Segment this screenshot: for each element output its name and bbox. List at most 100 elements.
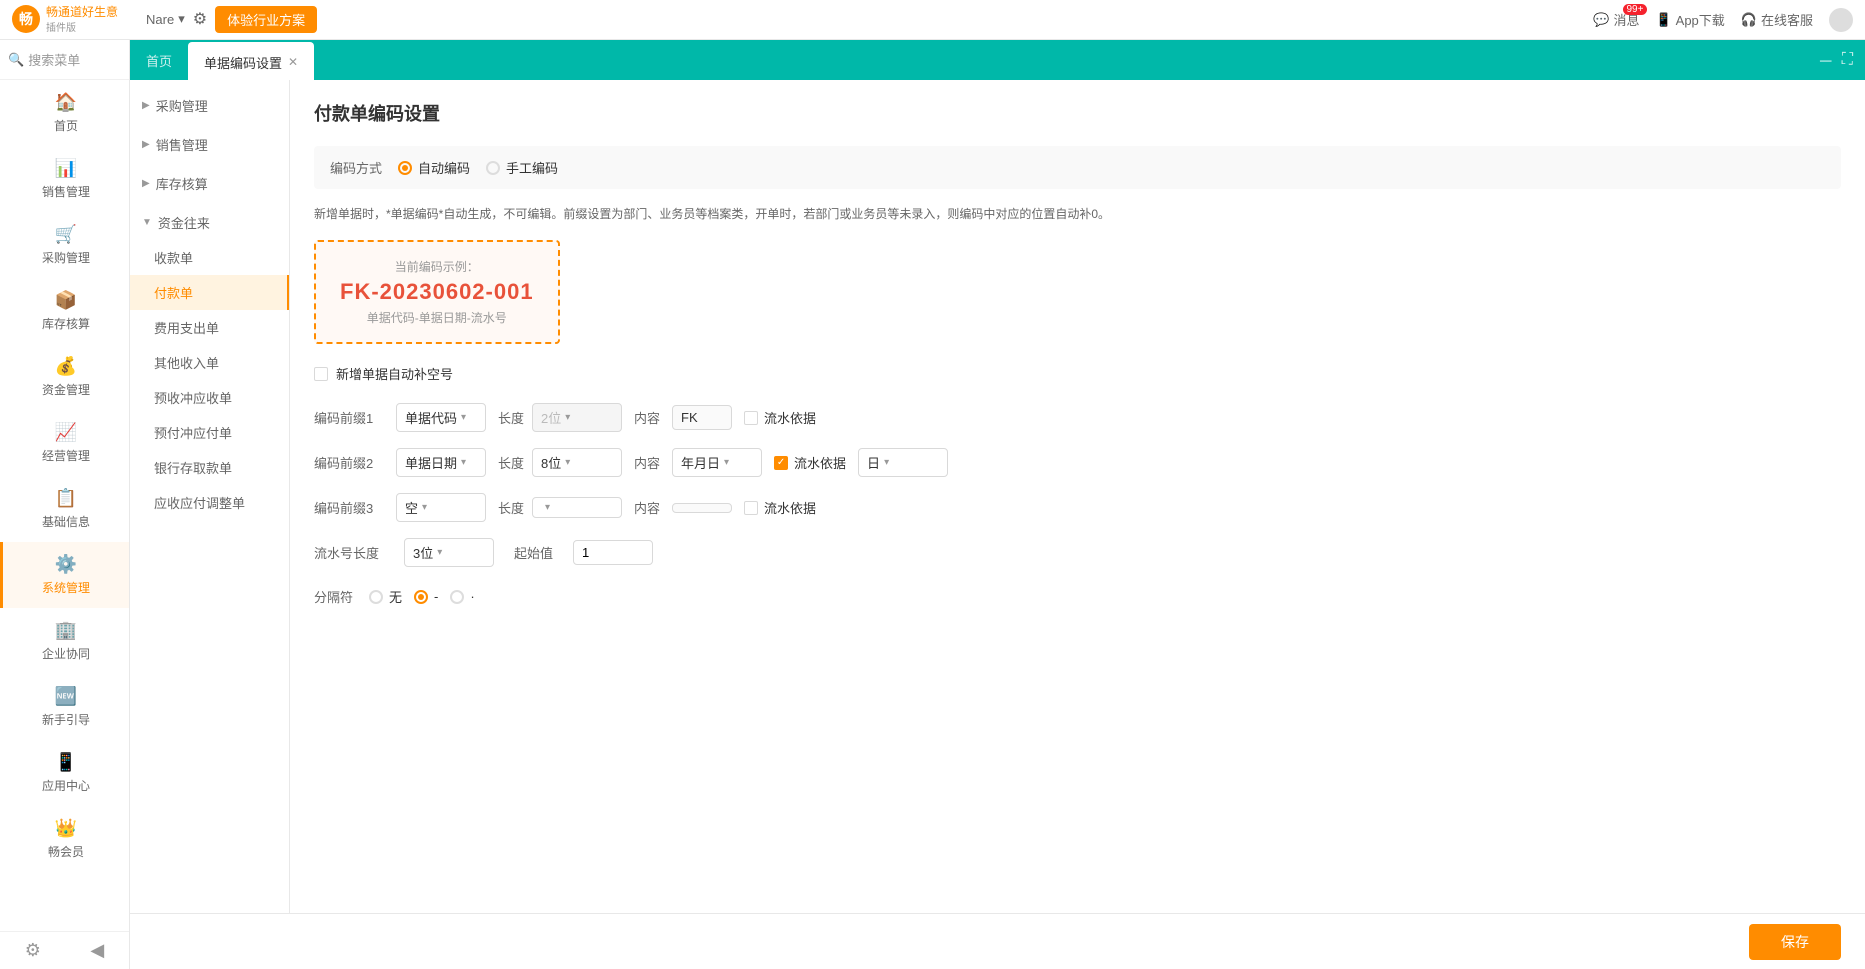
sidebar-item-guide[interactable]: 🆕 新手引导 (0, 674, 129, 740)
sidebar-item-finance[interactable]: 💰 资金管理 (0, 344, 129, 410)
top-bar-left: 畅 畅通道好生意 插件版 Nare ▾ ⚙ 体验行业方案 (12, 5, 317, 34)
sep-none[interactable]: 无 (369, 587, 402, 606)
sec-item-payment-label: 付款单 (154, 286, 193, 301)
sec-sidebar-item-advance-offset[interactable]: 预付冲应付单 (130, 415, 289, 450)
manual-encoding-radio[interactable]: 手工编码 (486, 158, 558, 177)
content2-value: 年月日 (681, 453, 720, 472)
tab-encoding[interactable]: 单据编码设置 ✕ (188, 42, 314, 82)
sec-group-capital-title[interactable]: ▼ 资金往来 (130, 205, 289, 240)
sidebar-settings-btn[interactable]: ⚙ (25, 940, 41, 961)
prefix1-arrow: ▾ (461, 412, 466, 423)
sec-group-sales-title[interactable]: ▶ 销售管理 (130, 127, 289, 162)
prefix2-select[interactable]: 单据日期 ▾ (396, 448, 486, 477)
sidebar-item-sales[interactable]: 📊 销售管理 (0, 146, 129, 212)
save-button[interactable]: 保存 (1749, 924, 1841, 960)
sidebar-item-member[interactable]: 👑 畅会员 (0, 806, 129, 872)
nav-dropdown-text: Nare (146, 12, 174, 27)
sec-group-inventory-label: 库存核算 (156, 174, 208, 193)
tab-minimize-btn[interactable]: － (1818, 48, 1834, 72)
bottom-bar: 保存 (130, 913, 1865, 969)
service-item[interactable]: 🎧 在线客服 (1741, 10, 1813, 29)
sec-group-purchase-title[interactable]: ▶ 采购管理 (130, 88, 289, 123)
search-menu[interactable]: 🔍 搜索菜单 (0, 40, 129, 80)
content3-value (672, 503, 732, 513)
auto-encoding-label: 自动编码 (418, 158, 470, 177)
sidebar-item-label: 企业协同 (42, 645, 90, 662)
sidebar-item-home[interactable]: 🏠 首页 (0, 80, 129, 146)
logo-badge: 插件版 (46, 19, 118, 34)
sec-sidebar-item-receipt[interactable]: 收款单 (130, 240, 289, 275)
sep-dash[interactable]: - (414, 589, 438, 604)
message-item[interactable]: 💬 消息 99+ (1593, 10, 1639, 29)
sidebar-item-purchase[interactable]: 🛒 采购管理 (0, 212, 129, 278)
app-download-item[interactable]: 📱 App下载 (1655, 10, 1724, 29)
tab-maximize-btn[interactable]: ⛶ (1842, 51, 1853, 69)
top-bar: 畅 畅通道好生意 插件版 Nare ▾ ⚙ 体验行业方案 💬 消息 99+ 📱 … (0, 0, 1865, 40)
tab-close-icon[interactable]: ✕ (288, 55, 298, 69)
system-icon: ⚙️ (55, 554, 77, 575)
auto-encoding-radio[interactable]: 自动编码 (398, 158, 470, 177)
sec-sidebar-item-other-income[interactable]: 其他收入单 (130, 345, 289, 380)
prefix3-value: 空 (405, 498, 418, 517)
content3-label: 内容 (634, 498, 660, 517)
prefix3-arrow: ▾ (422, 502, 427, 513)
sep-dash-label: - (434, 589, 438, 604)
basic-icon: 📋 (55, 488, 77, 509)
prefix2-value: 单据日期 (405, 453, 457, 472)
separator-label: 分隔符 (314, 587, 353, 606)
length1-select[interactable]: 2位 ▾ (532, 403, 622, 432)
prefix3-select[interactable]: 空 ▾ (396, 493, 486, 522)
sidebar-item-label: 资金管理 (42, 381, 90, 398)
length3-wrap: 长度 ▾ (498, 497, 622, 518)
stream2-label: 流水依据 (794, 453, 846, 472)
sec-group-inventory-title[interactable]: ▶ 库存核算 (130, 166, 289, 201)
sec-item-expense-label: 费用支出单 (154, 321, 219, 336)
sec-sidebar-item-bank[interactable]: 银行存取款单 (130, 450, 289, 485)
main-panel: 付款单编码设置 编码方式 自动编码 手工编码 (290, 80, 1865, 913)
sidebar-item-basic[interactable]: 📋 基础信息 (0, 476, 129, 542)
sep-none-radio (369, 590, 383, 604)
stream1-checkbox[interactable]: 流水依据 (744, 408, 816, 427)
search-icon: 🔍 (8, 52, 24, 68)
prefix3-label: 编码前缀3 (314, 498, 384, 517)
sidebar-item-inventory[interactable]: 📦 库存核算 (0, 278, 129, 344)
tab-home[interactable]: 首页 (130, 40, 188, 80)
sep-none-label: 无 (389, 587, 402, 606)
sec-sidebar-item-prepay-offset[interactable]: 预收冲应收单 (130, 380, 289, 415)
nav-dropdown[interactable]: Nare ▾ (146, 11, 185, 27)
start-value-input[interactable] (573, 540, 653, 565)
home-icon: 🏠 (55, 92, 77, 113)
nav-dropdown-arrow: ▾ (178, 11, 185, 27)
sec-sidebar-item-payment[interactable]: 付款单 (130, 275, 289, 310)
stream2-checkbox[interactable]: ✓ 流水依据 (774, 453, 846, 472)
length3-arrow: ▾ (545, 502, 550, 513)
sidebar-collapse-btn[interactable]: ◀ (90, 940, 104, 961)
sidebar-item-operations[interactable]: 📈 经营管理 (0, 410, 129, 476)
sep-dash-dot (418, 594, 424, 600)
sep-dot[interactable]: · (450, 589, 474, 604)
content2-select[interactable]: 年月日 ▾ (672, 448, 762, 477)
content2-label: 内容 (634, 453, 660, 472)
user-avatar[interactable] (1829, 8, 1853, 32)
settings-icon[interactable]: ⚙ (193, 9, 207, 29)
sec-sidebar-item-expense[interactable]: 费用支出单 (130, 310, 289, 345)
logo: 畅 畅通道好生意 插件版 (12, 5, 118, 34)
auto-fill-checkbox[interactable] (314, 367, 328, 381)
stream-unit-select[interactable]: 日 ▾ (858, 448, 948, 477)
chevron-right-icon: ▶ (142, 139, 150, 150)
sidebar-item-system[interactable]: ⚙️ 系统管理 (0, 542, 129, 608)
prefix1-select[interactable]: 单据代码 ▾ (396, 403, 486, 432)
sales-icon: 📊 (55, 158, 77, 179)
stream3-label: 流水依据 (764, 498, 816, 517)
stream3-checkbox[interactable]: 流水依据 (744, 498, 816, 517)
sec-sidebar-item-adjust[interactable]: 应收应付调整单 (130, 485, 289, 520)
trial-button[interactable]: 体验行业方案 (215, 6, 317, 33)
length3-select[interactable]: ▾ (532, 497, 622, 518)
length2-select[interactable]: 8位 ▾ (532, 448, 622, 477)
sidebar-item-enterprise[interactable]: 🏢 企业协同 (0, 608, 129, 674)
sidebar-item-apps[interactable]: 📱 应用中心 (0, 740, 129, 806)
main-layout: 🔍 搜索菜单 🏠 首页 📊 销售管理 🛒 采购管理 📦 库存核算 💰 资金管理 … (0, 40, 1865, 969)
preview-desc: 单据代码-单据日期-流水号 (367, 309, 507, 326)
stream-length-select[interactable]: 3位 ▾ (404, 538, 494, 567)
content2-arrow: ▾ (724, 457, 729, 468)
